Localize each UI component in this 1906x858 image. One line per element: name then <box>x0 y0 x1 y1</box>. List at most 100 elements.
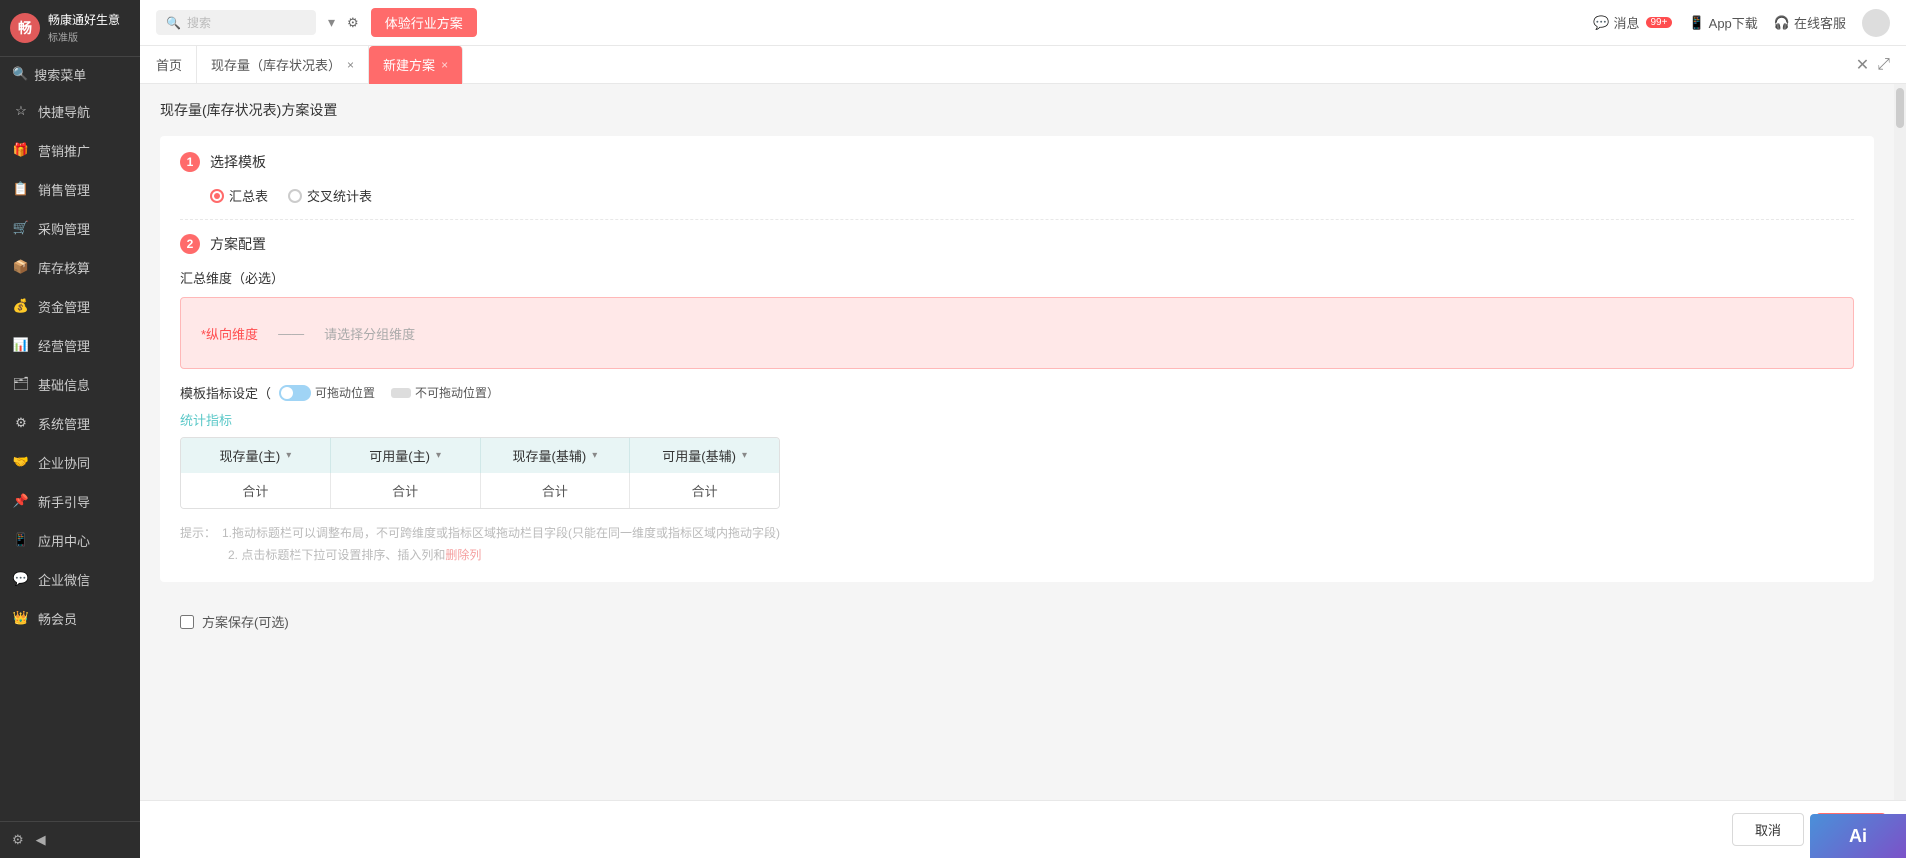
operation-icon: 📊 <box>12 336 30 354</box>
sidebar-item-cooperation[interactable]: 🤝 企业协同 <box>0 443 140 482</box>
dim-dash: —— <box>278 326 304 341</box>
radio-summary-circle <box>210 189 224 203</box>
not-movable-indicator: 不可拖动位置） <box>391 384 499 401</box>
sidebar-item-label: 企业微信 <box>38 570 90 589</box>
app-name: 畅康通好生意 <box>48 12 120 29</box>
stats-col-2-header[interactable]: 现存量(基辅) ▾ <box>481 438 631 473</box>
sidebar-item-operation[interactable]: 📊 经营管理 <box>0 326 140 365</box>
tips-section: 提示： 1.拖动标题栏可以调整布局，不可跨维度或指标区域拖动栏目字段(只能在同一… <box>180 523 1854 566</box>
finance-icon: 💰 <box>12 297 30 315</box>
step2-badge: 2 <box>180 234 200 254</box>
save-label: 方案保存(可选) <box>202 612 289 631</box>
sidebar-item-finance[interactable]: 💰 资金管理 <box>0 287 140 326</box>
tips-delete-highlight: 删除列 <box>445 548 481 562</box>
trial-industry-button[interactable]: 体验行业方案 <box>371 8 477 37</box>
cancel-button[interactable]: 取消 <box>1732 813 1804 846</box>
sidebar-item-label: 库存核算 <box>38 258 90 277</box>
sidebar-item-wechat[interactable]: 💬 企业微信 <box>0 560 140 599</box>
tab-inventory-status-close[interactable]: × <box>347 58 354 72</box>
stats-col-0-body: 合计 <box>181 473 331 508</box>
sidebar-item-label: 应用中心 <box>38 531 90 550</box>
sidebar-bottom: ⚙ ◀ <box>0 821 140 858</box>
sidebar-item-member[interactable]: 👑 畅会员 <box>0 599 140 638</box>
sidebar-item-label: 新手引导 <box>38 492 90 511</box>
stats-section-title: 统计指标 <box>180 410 1854 429</box>
stats-col-1-header[interactable]: 可用量(主) ▾ <box>331 438 481 473</box>
topbar-search[interactable]: 🔍 搜索 <box>156 10 316 35</box>
sidebar-item-quick-nav[interactable]: ☆ 快捷导航 <box>0 92 140 131</box>
stats-col-0-chevron: ▾ <box>286 450 291 461</box>
step2-title: 方案配置 <box>210 234 266 254</box>
app-name-block: 畅康通好生意 标准版 <box>48 12 120 44</box>
app-download-label: App下载 <box>1709 13 1758 32</box>
topbar-app-download[interactable]: 📱 App下载 <box>1688 13 1757 32</box>
tab-new-scheme-close[interactable]: × <box>441 58 448 72</box>
ai-fab-button[interactable]: Ai <box>1810 814 1906 858</box>
purchase-icon: 🛒 <box>12 219 30 237</box>
tab-home[interactable]: 首页 <box>156 46 197 84</box>
content-area: 现存量(库存状况表)方案设置 1 选择模板 汇总表 交叉统计表 <box>140 84 1906 800</box>
indicators-config: 模板指标设定（ 可拖动位置 不可拖动位置） 统计指标 <box>180 383 1854 566</box>
stats-table: 现存量(主) ▾ 可用量(主) ▾ 现存量(基辅) ▾ <box>180 437 780 509</box>
not-movable-label: 不可拖动位置） <box>415 384 499 401</box>
toggle-movable-box[interactable] <box>279 385 311 401</box>
topbar-dropdown-icon[interactable]: ▾ <box>328 14 335 31</box>
sidebar-item-sales[interactable]: 📋 销售管理 <box>0 170 140 209</box>
footer-bar: 取消 查询 <box>140 800 1906 858</box>
scrollbar-thumb[interactable] <box>1896 88 1904 128</box>
user-avatar[interactable] <box>1862 9 1890 37</box>
stats-col-3-body: 合计 <box>630 473 779 508</box>
sidebar-item-system[interactable]: ⚙ 系统管理 <box>0 404 140 443</box>
tips-line1: 提示： 1.拖动标题栏可以调整布局，不可跨维度或指标区域拖动栏目字段(只能在同一… <box>180 523 1854 545</box>
message-badge: 99+ <box>1646 17 1673 28</box>
template-radio-group: 汇总表 交叉统计表 <box>210 186 1854 205</box>
save-checkbox[interactable] <box>180 615 194 629</box>
scrollbar-track[interactable] <box>1894 84 1906 800</box>
stats-col-3-header[interactable]: 可用量(基辅) ▾ <box>630 438 779 473</box>
stats-col-1-chevron: ▾ <box>436 450 441 461</box>
main-wrapper: 🔍 搜索 ▾ ⚙ 体验行业方案 💬 消息 99+ 📱 App下载 🎧 在线客服 <box>140 0 1906 858</box>
app-edition: 标准版 <box>48 29 120 44</box>
sidebar-item-marketing[interactable]: 🎁 营销推广 <box>0 131 140 170</box>
tab-inventory-status[interactable]: 现存量（库存状况表） × <box>197 46 369 84</box>
sidebar-item-inventory[interactable]: 📦 库存核算 <box>0 248 140 287</box>
scheme-settings-card: 1 选择模板 汇总表 交叉统计表 2 方 <box>160 136 1874 582</box>
sidebar-search[interactable]: 🔍 搜索菜单 <box>0 57 140 92</box>
search-icon: 🔍 <box>12 66 28 82</box>
stats-col-0-header[interactable]: 现存量(主) ▾ <box>181 438 331 473</box>
headset-icon: 🎧 <box>1774 15 1790 31</box>
sidebar-collapse-icon[interactable]: ◀ <box>36 832 46 848</box>
radio-cross[interactable]: 交叉统计表 <box>288 186 372 205</box>
sidebar-item-label: 销售管理 <box>38 180 90 199</box>
quick-nav-icon: ☆ <box>12 102 30 120</box>
sidebar-item-basic[interactable]: 🗂 基础信息 <box>0 365 140 404</box>
message-icon: 💬 <box>1593 15 1609 31</box>
close-panel-icon[interactable]: ✕ <box>1856 55 1869 75</box>
topbar-right: 💬 消息 99+ 📱 App下载 🎧 在线客服 <box>1593 9 1890 37</box>
step1-header: 1 选择模板 <box>180 152 1854 172</box>
dimension-zone: *纵向维度 —— 请选择分组维度 <box>180 297 1854 369</box>
step1-title: 选择模板 <box>210 152 266 172</box>
sidebar-item-guide[interactable]: 📌 新手引导 <box>0 482 140 521</box>
expand-panel-icon[interactable]: ⤢ <box>1877 56 1890 74</box>
tabs-bar: 首页 现存量（库存状况表） × 新建方案 × ✕ ⤢ <box>140 46 1906 84</box>
wechat-icon: 💬 <box>12 570 30 588</box>
step-divider <box>180 219 1854 220</box>
basic-icon: 🗂 <box>12 375 30 393</box>
sidebar-search-label: 搜索菜单 <box>34 65 86 84</box>
sidebar-settings-icon[interactable]: ⚙ <box>12 832 24 848</box>
radio-summary[interactable]: 汇总表 <box>210 186 268 205</box>
sidebar-item-appcenter[interactable]: 📱 应用中心 <box>0 521 140 560</box>
tab-new-scheme[interactable]: 新建方案 × <box>369 46 463 84</box>
online-service-label: 在线客服 <box>1794 13 1846 32</box>
topbar-online-service[interactable]: 🎧 在线客服 <box>1774 13 1846 32</box>
stats-col-2-body: 合计 <box>481 473 631 508</box>
sidebar-item-purchase[interactable]: 🛒 采购管理 <box>0 209 140 248</box>
dim-placeholder: 请选择分组维度 <box>324 324 415 343</box>
topbar-message[interactable]: 💬 消息 99+ <box>1593 13 1672 32</box>
dimension-section-title: 汇总维度（必选） <box>180 268 1854 287</box>
topbar-gear-icon[interactable]: ⚙ <box>347 15 359 31</box>
app-logo-icon: 畅 <box>10 13 40 43</box>
guide-icon: 📌 <box>12 492 30 510</box>
stats-col-1-label: 可用量(主) <box>369 446 430 465</box>
